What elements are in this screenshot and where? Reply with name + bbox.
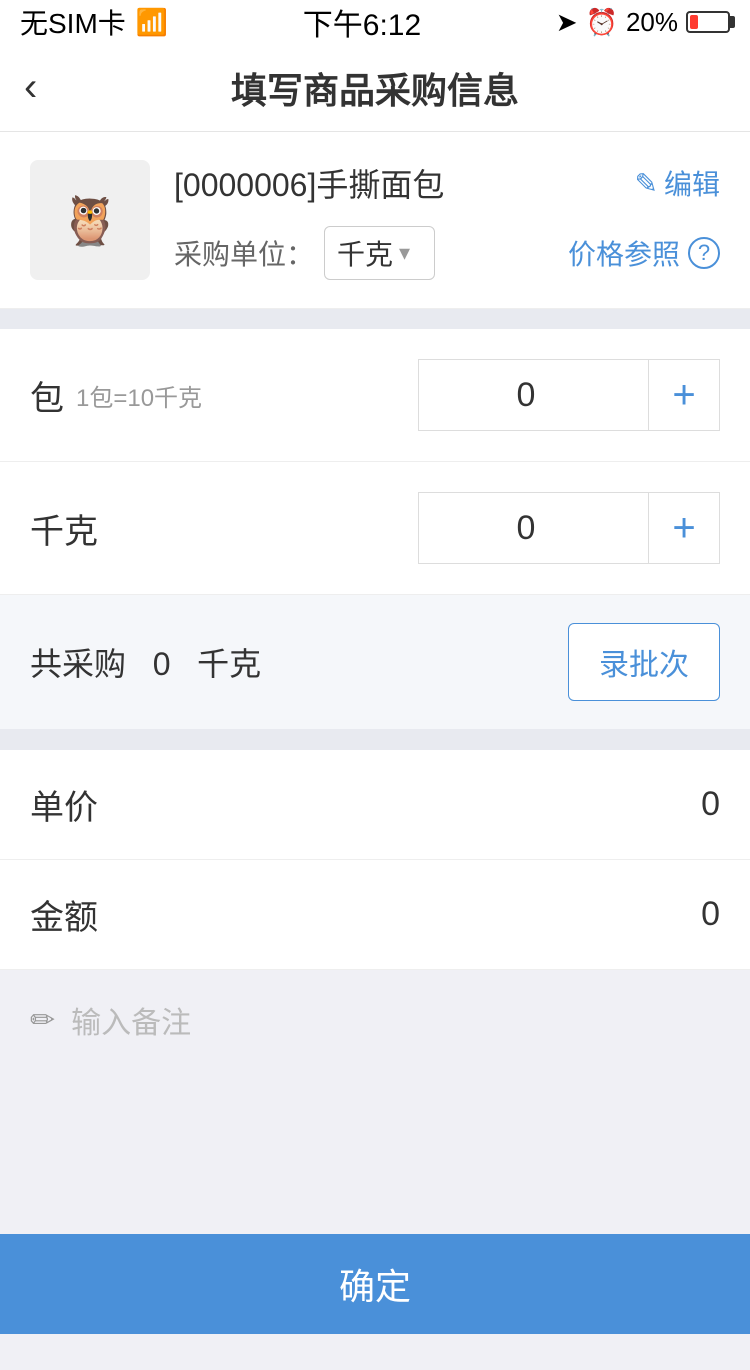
quantity-unit-kg: 千克 <box>30 504 98 553</box>
location-icon: ➤ <box>556 7 578 38</box>
edit-icon: ✎ <box>635 167 658 200</box>
battery-icon <box>686 11 730 33</box>
price-ref-button[interactable]: 价格参照 ? <box>568 233 720 273</box>
price-amount-label: 金额 <box>30 890 98 939</box>
price-unit-value: 0 <box>701 785 720 824</box>
quantity-row-kg: 千克 + <box>0 462 750 595</box>
confirm-button[interactable]: 确定 <box>0 1234 750 1334</box>
section-divider-1 <box>0 309 750 329</box>
quantity-label-bag: 包 1包=10千克 <box>30 371 202 420</box>
unit-select-value: 千克 <box>337 233 393 273</box>
section-divider-2 <box>0 730 750 750</box>
status-bar: 无SIM卡 📶 下午6:12 ➤ ⏰ 20% <box>0 0 750 44</box>
battery-percent: 20% <box>626 7 678 38</box>
quantity-plus-kg[interactable]: + <box>648 492 720 564</box>
quantity-section: 包 1包=10千克 + 千克 + <box>0 329 750 595</box>
status-time: 下午6:12 <box>303 0 421 44</box>
alarm-icon: ⏰ <box>586 7 618 38</box>
total-unit: 千克 <box>197 646 261 682</box>
product-name: [0000006]手撕面包 <box>174 160 444 206</box>
total-row: 共采购 0 千克 录批次 <box>0 595 750 730</box>
record-batch-button[interactable]: 录批次 <box>568 623 720 701</box>
quantity-sublabel-bag: 1包=10千克 <box>76 378 202 413</box>
question-icon: ? <box>688 237 720 269</box>
product-card: 🦉 [0000006]手撕面包 ✎ 编辑 采购单位： 千克 ▾ 价格参照 ? <box>0 132 750 309</box>
price-row-unit: 单价 0 <box>0 750 750 860</box>
unit-label-text: 采购单位： <box>174 233 314 273</box>
quantity-input-group-kg: + <box>418 492 720 564</box>
total-value: 0 <box>153 646 171 682</box>
product-image: 🦉 <box>30 160 150 280</box>
price-amount-value: 0 <box>701 895 720 934</box>
total-label-text: 共采购 <box>30 646 126 682</box>
carrier-text: 无SIM卡 <box>20 2 126 42</box>
page-title: 填写商品采购信息 <box>231 62 519 114</box>
product-name-row: [0000006]手撕面包 ✎ 编辑 <box>174 160 720 206</box>
note-input-placeholder: 输入备注 <box>71 998 191 1042</box>
note-section[interactable]: ✏ 输入备注 <box>0 970 750 1070</box>
quantity-row-bag: 包 1包=10千克 + <box>0 329 750 462</box>
product-unit-row: 采购单位： 千克 ▾ 价格参照 ? <box>174 226 720 280</box>
quantity-input-kg[interactable] <box>418 492 648 564</box>
price-section: 单价 0 金额 0 <box>0 750 750 970</box>
edit-label: 编辑 <box>664 163 720 203</box>
unit-select[interactable]: 千克 ▾ <box>324 226 435 280</box>
quantity-input-bag[interactable] <box>418 359 648 431</box>
quantity-label-kg: 千克 <box>30 504 98 553</box>
back-button[interactable]: ‹ <box>24 65 37 110</box>
product-image-icon: 🦉 <box>60 192 120 249</box>
status-left: 无SIM卡 📶 <box>20 2 168 42</box>
price-unit-label: 单价 <box>30 780 98 829</box>
quantity-input-group-bag: + <box>418 359 720 431</box>
pencil-icon: ✏ <box>30 1003 55 1038</box>
unit-label: 采购单位： 千克 ▾ <box>174 226 435 280</box>
nav-bar: ‹ 填写商品采购信息 <box>0 44 750 132</box>
quantity-plus-bag[interactable]: + <box>648 359 720 431</box>
status-right: ➤ ⏰ 20% <box>556 7 730 38</box>
price-ref-label: 价格参照 <box>568 233 680 273</box>
quantity-unit-bag: 包 <box>30 371 64 420</box>
total-label: 共采购 0 千克 <box>30 639 261 685</box>
product-info: [0000006]手撕面包 ✎ 编辑 采购单位： 千克 ▾ 价格参照 ? <box>174 160 720 280</box>
wifi-icon: 📶 <box>136 7 168 38</box>
edit-button[interactable]: ✎ 编辑 <box>635 163 720 203</box>
chevron-down-icon: ▾ <box>399 240 410 266</box>
price-row-amount: 金额 0 <box>0 860 750 970</box>
